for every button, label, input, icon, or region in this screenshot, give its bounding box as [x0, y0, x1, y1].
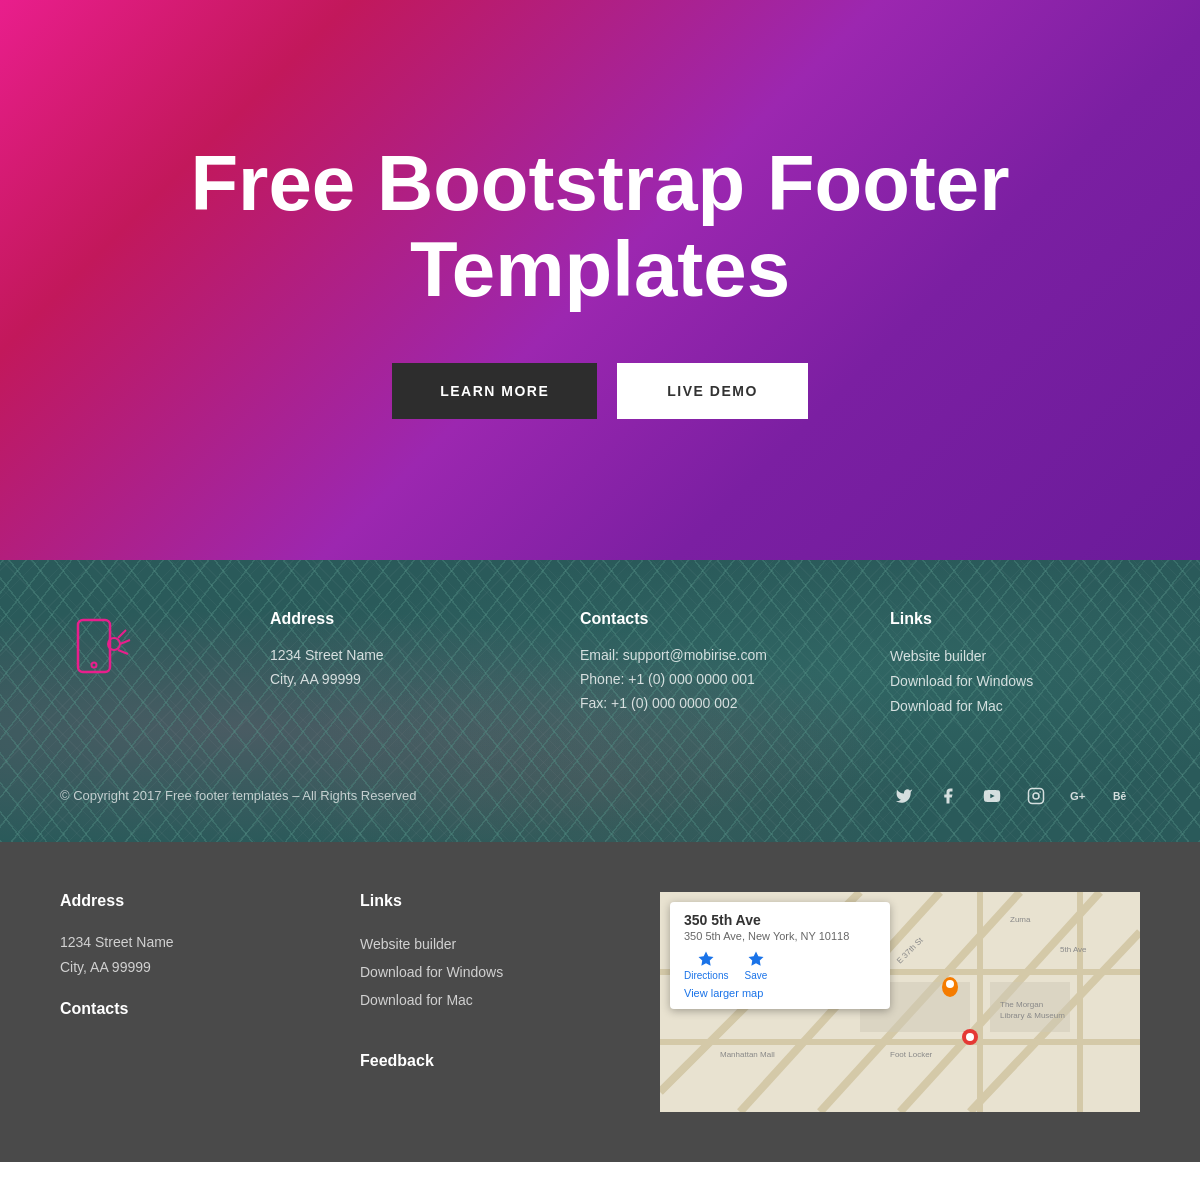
map-background: E 34th St E 35th St E 36th St E 37th St … [660, 892, 1140, 1112]
footer1-phone: Phone: +1 (0) 000 0000 001 [580, 668, 830, 692]
youtube-icon[interactable] [976, 780, 1008, 812]
footer2-links-col: Links Website builder Download for Windo… [360, 892, 600, 1112]
footer1: Address 1234 Street Name City, AA 99999 … [0, 560, 1200, 842]
map-popup-title: 350 5th Ave [684, 912, 876, 928]
svg-line-2 [118, 630, 126, 638]
svg-text:Zuma: Zuma [1010, 915, 1031, 924]
facebook-icon[interactable] [932, 780, 964, 812]
footer1-email: Email: support@mobirise.com [580, 644, 830, 668]
footer2-address-col: Address 1234 Street Name City, AA 99999 … [60, 892, 300, 1112]
svg-text:Bē: Bē [1113, 791, 1126, 802]
view-larger-map-link[interactable]: View larger map [684, 987, 876, 999]
footer2-feedback-heading: Feedback [360, 1052, 600, 1070]
svg-point-35 [966, 1033, 974, 1041]
footer1-contacts-col: Contacts Email: support@mobirise.com Pho… [580, 610, 830, 720]
footer1-link3[interactable]: Download for Mac [890, 694, 1140, 719]
twitter-icon[interactable] [888, 780, 920, 812]
svg-text:5th Ave: 5th Ave [1060, 945, 1087, 954]
map-popup: 350 5th Ave 350 5th Ave, New York, NY 10… [670, 902, 890, 1009]
footer2-link1[interactable]: Website builder [360, 930, 600, 958]
footer2-address-line1: 1234 Street Name [60, 930, 300, 955]
behance-icon[interactable]: Bē [1108, 780, 1140, 812]
svg-point-9 [1039, 791, 1041, 793]
svg-rect-7 [1029, 788, 1044, 803]
map-popup-address: 350 5th Ave, New York, NY 10118 [684, 930, 876, 942]
svg-text:The Morgan: The Morgan [1000, 1000, 1043, 1009]
map-directions-button[interactable]: Directions [684, 950, 728, 981]
map-popup-actions: Directions Save [684, 950, 876, 981]
footer2-link2[interactable]: Download for Windows [360, 958, 600, 986]
footer1-content: Address 1234 Street Name City, AA 99999 … [60, 610, 1140, 720]
map-save-button[interactable]: Save [744, 950, 767, 981]
svg-text:G+: G+ [1070, 789, 1086, 801]
footer1-links-col: Links Website builder Download for Windo… [890, 610, 1140, 720]
footer2-map[interactable]: E 34th St E 35th St E 36th St E 37th St … [660, 892, 1140, 1112]
hero-buttons: LEARN MORE LIVE DEMO [392, 363, 808, 419]
svg-line-4 [118, 650, 128, 654]
footer1-fax: Fax: +1 (0) 000 0000 002 [580, 692, 830, 716]
footer1-address-line1: 1234 Street Name [270, 644, 520, 668]
footer2-link3[interactable]: Download for Mac [360, 986, 600, 1014]
directions-label: Directions [684, 970, 728, 981]
svg-line-3 [120, 640, 130, 644]
footer1-address-line2: City, AA 99999 [270, 668, 520, 692]
footer2-contacts-heading: Contacts [60, 1000, 300, 1018]
google-plus-icon[interactable]: G+ [1064, 780, 1096, 812]
footer1-copyright: © Copyright 2017 Free footer templates –… [60, 788, 416, 803]
learn-more-button[interactable]: LEARN MORE [392, 363, 597, 419]
hero-section: Free Bootstrap Footer Templates LEARN MO… [0, 0, 1200, 560]
footer1-address-heading: Address [270, 610, 520, 628]
footer2-content: Address 1234 Street Name City, AA 99999 … [60, 892, 1140, 1112]
svg-point-37 [946, 980, 954, 988]
footer1-logo [60, 610, 210, 720]
footer1-bottom: © Copyright 2017 Free footer templates –… [60, 760, 1140, 812]
footer2-links-heading: Links [360, 892, 600, 910]
svg-point-1 [92, 663, 97, 668]
svg-rect-0 [78, 620, 110, 672]
footer2-address-heading: Address [60, 892, 300, 910]
save-label: Save [744, 970, 767, 981]
instagram-icon[interactable] [1020, 780, 1052, 812]
social-icons: G+ Bē [888, 780, 1140, 812]
footer1-address-col: Address 1234 Street Name City, AA 99999 [270, 610, 520, 720]
mobile-logo-icon [60, 610, 140, 690]
footer2-address-line2: City, AA 99999 [60, 955, 300, 980]
footer1-links-heading: Links [890, 610, 1140, 628]
footer1-link2[interactable]: Download for Windows [890, 669, 1140, 694]
svg-text:Foot Locker: Foot Locker [890, 1050, 933, 1059]
svg-text:Manhattan Mall: Manhattan Mall [720, 1050, 775, 1059]
footer2: Address 1234 Street Name City, AA 99999 … [0, 842, 1200, 1162]
live-demo-button[interactable]: LIVE DEMO [617, 363, 808, 419]
footer1-link1[interactable]: Website builder [890, 644, 1140, 669]
hero-title: Free Bootstrap Footer Templates [150, 141, 1050, 313]
footer1-contacts-heading: Contacts [580, 610, 830, 628]
footer2-contacts-section: Contacts [60, 1000, 300, 1018]
svg-marker-38 [748, 951, 763, 965]
svg-text:Library & Museum: Library & Museum [1000, 1011, 1065, 1020]
svg-point-8 [1033, 793, 1039, 799]
